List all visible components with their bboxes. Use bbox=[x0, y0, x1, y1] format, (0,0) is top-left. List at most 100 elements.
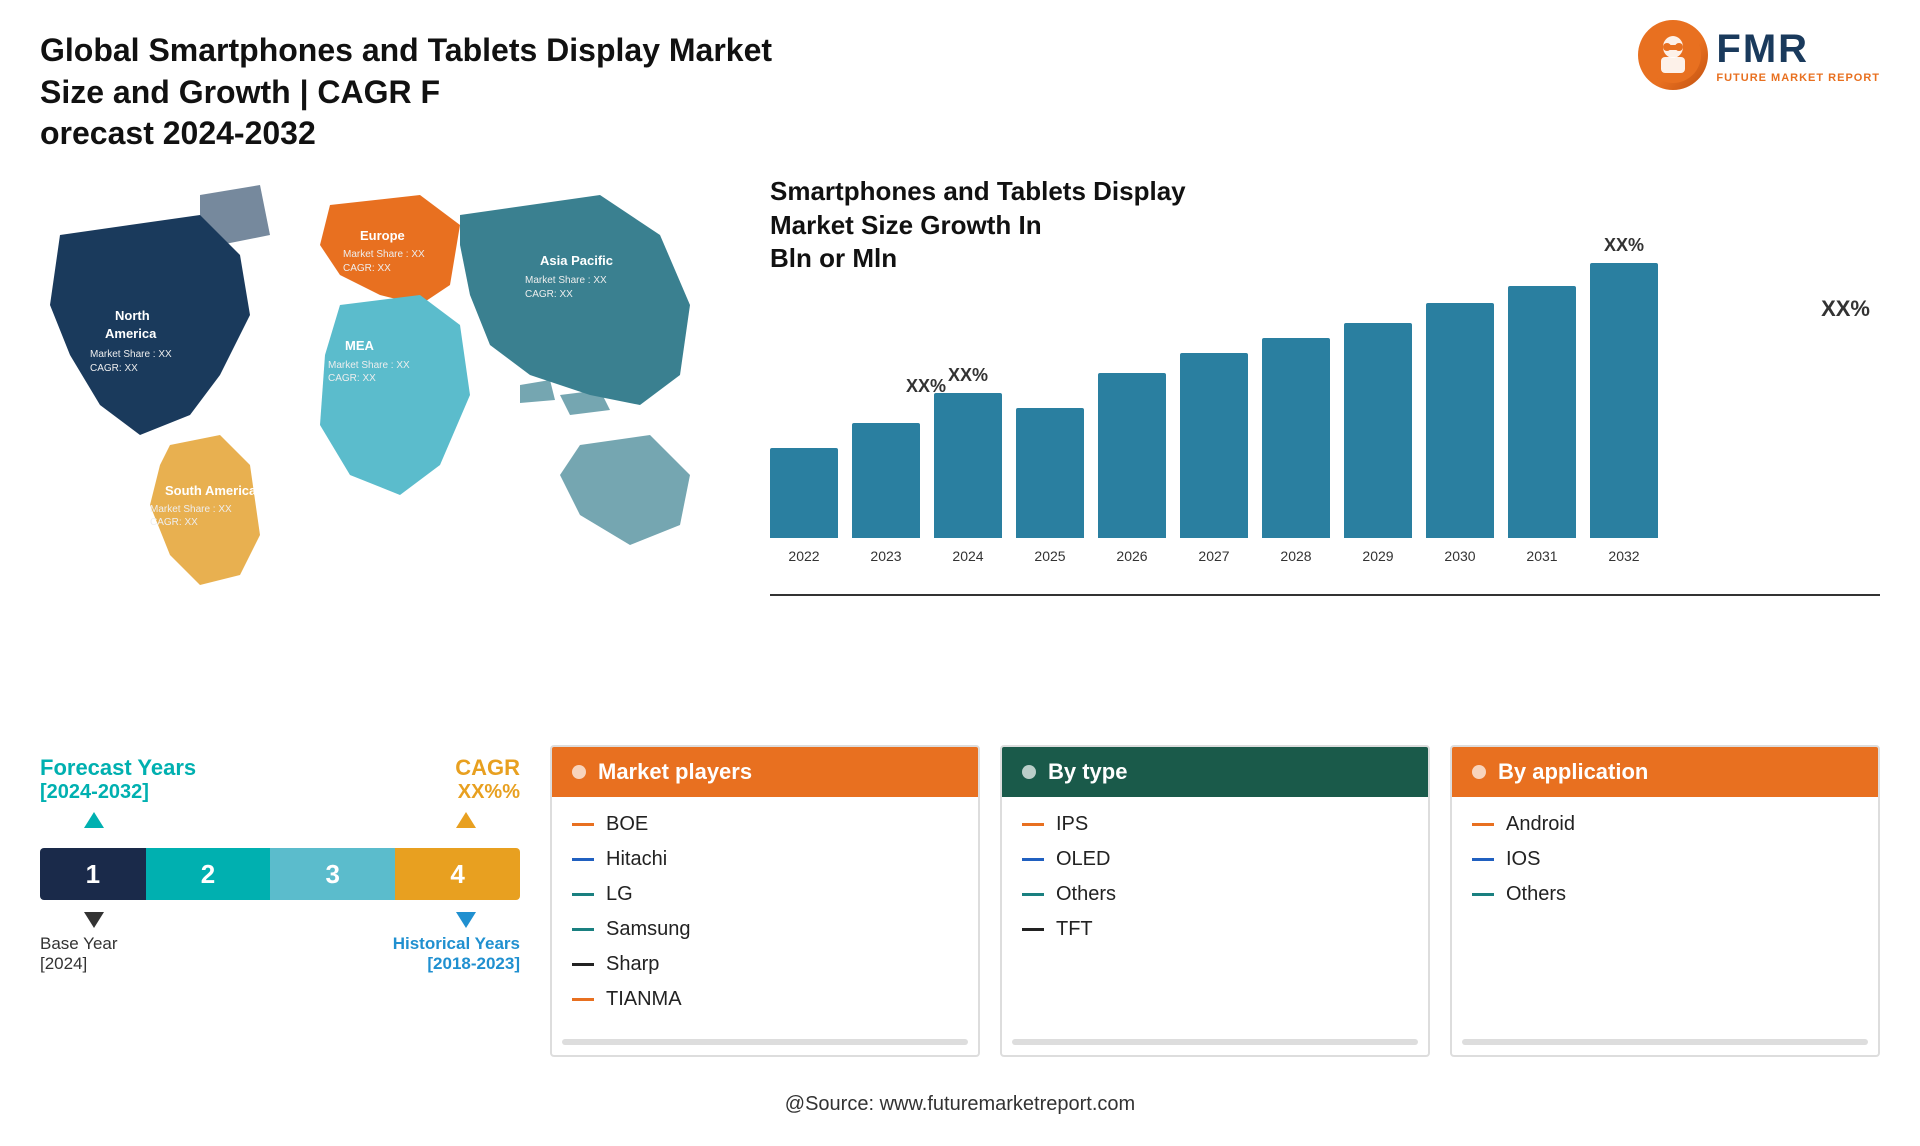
title-line1: Global Smartphones and Tablets Display M… bbox=[40, 32, 772, 110]
bar-chart: 2022 2023 XX% 2024 2025 2026 20272028 2029 2030 2… bbox=[770, 296, 1880, 596]
dash-icon bbox=[1022, 928, 1044, 931]
svg-text:Market Share : XX: Market Share : XX bbox=[90, 349, 172, 360]
bar-year-label: 2029 bbox=[1362, 548, 1393, 564]
by-type-title: By type bbox=[1048, 759, 1127, 785]
timeline-seg-1: 1 bbox=[40, 848, 146, 900]
by-type-content: IPS OLED Others TFT bbox=[1002, 797, 1428, 1039]
hist-years-arrow-down bbox=[456, 912, 476, 928]
forecast-years-label: Forecast Years [2024-2032] bbox=[40, 755, 196, 804]
bar-column: 2022 bbox=[770, 420, 838, 564]
bar-rect bbox=[934, 393, 1002, 538]
forecast-range-text: [2024-2032] bbox=[40, 781, 196, 804]
svg-text:Asia Pacific: Asia Pacific bbox=[540, 253, 613, 268]
svg-text:South America: South America bbox=[165, 483, 257, 498]
bar-rect bbox=[1590, 263, 1658, 538]
base-year-label: Base Year bbox=[40, 934, 118, 954]
dash-icon bbox=[1472, 893, 1494, 896]
dash-icon bbox=[1022, 823, 1044, 826]
logo-icon bbox=[1638, 20, 1708, 90]
svg-text:America: America bbox=[105, 326, 157, 341]
logo-fmr-text: FMR bbox=[1716, 27, 1880, 72]
map-section: North America Market Share : XX CAGR: XX… bbox=[40, 175, 720, 715]
by-application-content: Android IOS Others bbox=[1452, 797, 1878, 1039]
market-players-box: Market players BOEHitachiLGSamsungSharpT… bbox=[550, 745, 980, 1057]
list-item: Hitachi bbox=[572, 848, 958, 871]
bar-rect bbox=[1016, 408, 1084, 538]
bar-year-label: 2030 bbox=[1444, 548, 1475, 564]
chart-section: Smartphones and Tablets Display Market S… bbox=[750, 175, 1880, 715]
by-application-box: By application AndroidIOSOthers bbox=[1450, 745, 1880, 1057]
list-item-label: Others bbox=[1056, 883, 1116, 906]
svg-text:Market Share : XX: Market Share : XX bbox=[343, 249, 425, 260]
list-item-label: IPS bbox=[1056, 813, 1088, 836]
bar-year-label: 2023 bbox=[870, 548, 901, 564]
dash-icon bbox=[1472, 823, 1494, 826]
bar-rect bbox=[1180, 353, 1248, 538]
market-players-title: Market players bbox=[598, 759, 752, 785]
chart-title: Smartphones and Tablets Display Market S… bbox=[770, 175, 1880, 276]
bar-rect bbox=[1426, 303, 1494, 538]
list-item: Samsung bbox=[572, 918, 958, 941]
logo-text: FMR FUTURE MARKET REPORT bbox=[1716, 27, 1880, 84]
list-item: TFT bbox=[1022, 918, 1408, 941]
list-item: Others bbox=[1472, 883, 1858, 906]
hist-years-label: Historical Years bbox=[393, 934, 520, 954]
bar-label-top: XX% bbox=[1604, 235, 1644, 259]
bar-column: 2025 bbox=[1016, 380, 1084, 564]
bar-rect bbox=[770, 448, 838, 538]
bar-column: 2028 bbox=[1262, 310, 1330, 564]
market-players-header: Market players bbox=[552, 747, 978, 797]
bar-year-label: 2026 bbox=[1116, 548, 1147, 564]
by-application-dot bbox=[1472, 765, 1486, 779]
bar-rect bbox=[852, 423, 920, 538]
dash-icon bbox=[1472, 858, 1494, 861]
list-item: Others bbox=[1022, 883, 1408, 906]
logo-subtitle: FUTURE MARKET REPORT bbox=[1716, 72, 1880, 84]
svg-text:CAGR: XX: CAGR: XX bbox=[328, 373, 376, 384]
source-footer: @Source: www.futuremarketreport.com bbox=[40, 1093, 1880, 1116]
dash-icon bbox=[1022, 893, 1044, 896]
bar-column: XX% 2024 bbox=[934, 365, 1002, 564]
list-item-label: Sharp bbox=[606, 953, 659, 976]
timeline-track: 1 2 3 4 bbox=[40, 848, 520, 900]
list-item-label: Samsung bbox=[606, 918, 691, 941]
bar-year-label: 2024 bbox=[952, 548, 983, 564]
chart-title-l1: Smartphones and Tablets Display bbox=[770, 176, 1186, 206]
svg-text:CAGR: XX: CAGR: XX bbox=[343, 263, 391, 274]
bar-column: 2026 bbox=[1098, 345, 1166, 564]
timeline-seg-3: 3 bbox=[270, 848, 395, 900]
svg-text:MEA: MEA bbox=[345, 338, 375, 353]
chart-title-l3: Bln or Mln bbox=[770, 243, 897, 273]
by-type-header: By type bbox=[1002, 747, 1428, 797]
bar-column: XX% 2032 bbox=[1590, 235, 1658, 564]
svg-text:Market Share : XX: Market Share : XX bbox=[328, 360, 410, 371]
list-item: Android bbox=[1472, 813, 1858, 836]
bar-column: 2031 bbox=[1508, 258, 1576, 564]
forecast-section: Forecast Years [2024-2032] CAGR XX%% 1 2… bbox=[40, 745, 520, 1057]
svg-text:Europe: Europe bbox=[360, 228, 405, 243]
by-application-bar bbox=[1462, 1039, 1868, 1045]
list-item: LG bbox=[572, 883, 958, 906]
market-players-dot bbox=[572, 765, 586, 779]
bar-year-label: 2032 bbox=[1608, 548, 1639, 564]
list-item: IPS bbox=[1022, 813, 1408, 836]
bar-year-label: 2031 bbox=[1526, 548, 1557, 564]
forecast-arrow-up bbox=[84, 812, 104, 828]
bar-column: 2027 bbox=[1180, 325, 1248, 564]
bar-label-top: XX% bbox=[948, 365, 988, 389]
svg-text:Market Share : XX: Market Share : XX bbox=[525, 275, 607, 286]
list-item: IOS bbox=[1472, 848, 1858, 871]
dash-icon bbox=[572, 963, 594, 966]
list-item: OLED bbox=[1022, 848, 1408, 871]
bar-rect bbox=[1508, 286, 1576, 538]
dash-icon bbox=[572, 998, 594, 1001]
by-type-dot bbox=[1022, 765, 1036, 779]
list-item-label: IOS bbox=[1506, 848, 1540, 871]
svg-text:CAGR: XX: CAGR: XX bbox=[90, 363, 138, 374]
cagr-arrow-up bbox=[456, 812, 476, 828]
list-item: BOE bbox=[572, 813, 958, 836]
list-item-label: Others bbox=[1506, 883, 1566, 906]
cagr-value: XX%% bbox=[455, 781, 520, 804]
by-type-bar bbox=[1012, 1039, 1418, 1045]
source-text: @Source: www.futuremarketreport.com bbox=[785, 1093, 1135, 1115]
